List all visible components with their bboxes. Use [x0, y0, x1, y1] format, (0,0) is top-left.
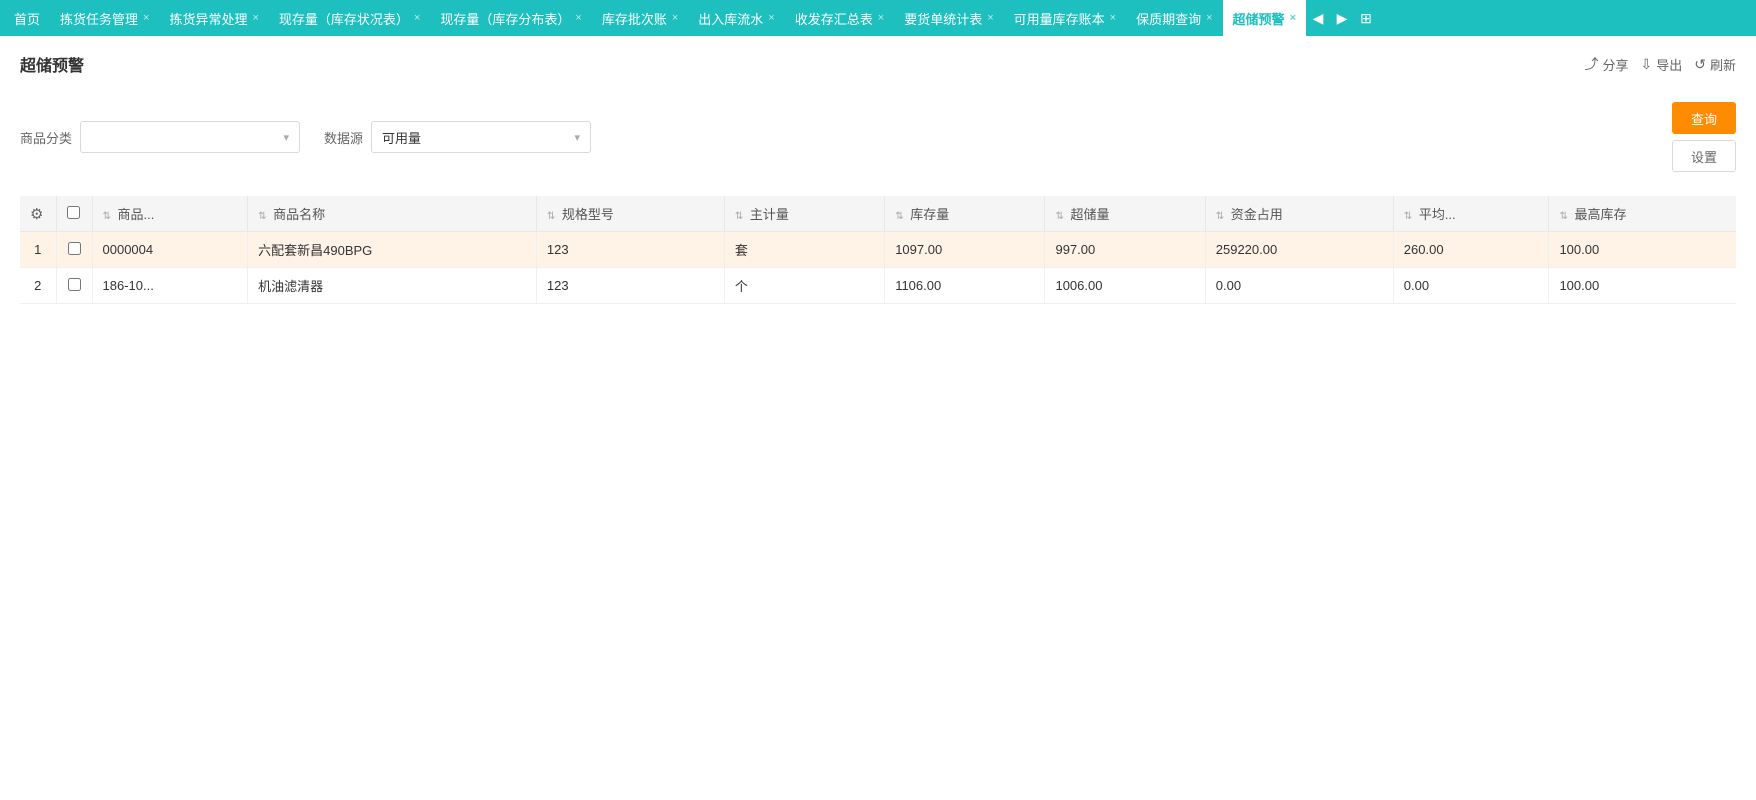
avg-cell: 0.00 [1393, 268, 1549, 304]
nav-item-available[interactable]: 可用量库存账本 × [1004, 0, 1126, 36]
product-name-cell: 六配套新昌490BPG [248, 232, 537, 268]
chevron-down-icon: ▾ [575, 131, 581, 144]
col-stock: ⇅ 库存量 [885, 196, 1045, 232]
row-number: 2 [20, 268, 56, 304]
nav-prev-button[interactable]: ◀ [1306, 0, 1330, 36]
close-icon[interactable]: × [1290, 12, 1296, 24]
nav-item-stock-status[interactable]: 现存量（库存状况表） × [269, 0, 430, 36]
export-icon: ⇩ [1641, 56, 1653, 73]
sort-icon: ⇅ [103, 211, 111, 222]
product-code-cell: 186-10... [92, 268, 248, 304]
nav-item-batch[interactable]: 库存批次账 × [592, 0, 688, 36]
sort-icon: ⇅ [1404, 211, 1412, 222]
sort-icon: ⇅ [895, 211, 903, 222]
spec-cell: 123 [536, 232, 724, 268]
col-product-name: ⇅ 商品名称 [248, 196, 537, 232]
refresh-button[interactable]: ↺ 刷新 [1694, 55, 1736, 74]
close-icon[interactable]: × [672, 12, 678, 24]
close-icon[interactable]: × [768, 12, 774, 24]
sort-icon: ⇅ [1216, 211, 1224, 222]
unit-cell: 个 [724, 268, 884, 304]
nav-item-stock-dist[interactable]: 现存量（库存分布表） × [430, 0, 591, 36]
datasource-select[interactable]: 可用量 ▾ [371, 121, 591, 153]
col-capital: ⇅ 资金占用 [1205, 196, 1393, 232]
table-checkbox-header [56, 196, 92, 232]
gear-icon[interactable]: ⚙ [30, 206, 43, 223]
nav-item-overstock[interactable]: 超储预警 × [1223, 0, 1306, 36]
category-filter-group: 商品分类 ▾ [20, 121, 300, 153]
col-unit: ⇅ 主计量 [724, 196, 884, 232]
sort-icon: ⇅ [1559, 211, 1567, 222]
col-avg: ⇅ 平均... [1393, 196, 1549, 232]
header-actions: ⤴ 分享 ⇩ 导出 ↺ 刷新 [1584, 54, 1736, 74]
row-checkbox-cell [56, 232, 92, 268]
refresh-icon: ↺ [1694, 56, 1706, 73]
row-checkbox-cell [56, 268, 92, 304]
max-stock-cell: 100.00 [1549, 268, 1736, 304]
page-title: 超储预警 [20, 52, 84, 76]
query-button[interactable]: 查询 [1672, 102, 1736, 134]
sort-icon: ⇅ [735, 211, 743, 222]
chevron-down-icon: ▾ [283, 131, 289, 144]
table-settings-header: ⚙ [20, 196, 56, 232]
close-icon[interactable]: × [252, 12, 258, 24]
nav-bar: 首页 拣货任务管理 × 拣货异常处理 × 现存量（库存状况表） × 现存量（库存… [0, 0, 1756, 36]
table-row: 1 0000004 六配套新昌490BPG 123 套 1097.00 997.… [20, 232, 1736, 268]
unit-cell: 套 [724, 232, 884, 268]
sort-icon: ⇅ [1055, 211, 1063, 222]
close-icon[interactable]: × [143, 12, 149, 24]
col-spec: ⇅ 规格型号 [536, 196, 724, 232]
spec-cell: 123 [536, 268, 724, 304]
max-stock-cell: 100.00 [1549, 232, 1736, 268]
share-icon: ⤴ [1584, 54, 1598, 74]
stock-cell: 1097.00 [885, 232, 1045, 268]
nav-next-button[interactable]: ▶ [1330, 0, 1354, 36]
capital-cell: 259220.00 [1205, 232, 1393, 268]
nav-item-home[interactable]: 首页 [4, 0, 50, 36]
page-header: 超储预警 ⤴ 分享 ⇩ 导出 ↺ 刷新 [20, 52, 1736, 76]
stock-cell: 1106.00 [885, 268, 1045, 304]
close-icon[interactable]: × [414, 12, 420, 24]
sort-icon: ⇅ [547, 211, 555, 222]
table-row: 2 186-10... 机油滤清器 123 个 1106.00 1006.00 … [20, 268, 1736, 304]
over-stock-cell: 997.00 [1045, 232, 1205, 268]
action-buttons: 查询 设置 [1672, 102, 1736, 172]
datasource-filter-group: 数据源 可用量 ▾ [324, 121, 591, 153]
close-icon[interactable]: × [575, 12, 581, 24]
export-button[interactable]: ⇩ 导出 [1641, 55, 1683, 74]
data-table: ⚙ ⇅ 商品... ⇅ 商品名称 ⇅ 规格型号 ⇅ [20, 196, 1736, 304]
nav-expand-button[interactable]: ⊞ [1354, 0, 1378, 36]
close-icon[interactable]: × [987, 12, 993, 24]
datasource-label: 数据源 [324, 128, 363, 147]
select-all-checkbox[interactable] [67, 206, 80, 219]
capital-cell: 0.00 [1205, 268, 1393, 304]
row-checkbox[interactable] [68, 242, 81, 255]
product-code-cell: 0000004 [92, 232, 248, 268]
nav-item-pick-task[interactable]: 拣货任务管理 × [50, 0, 159, 36]
col-over-stock: ⇅ 超储量 [1045, 196, 1205, 232]
nav-item-flow[interactable]: 出入库流水 × [688, 0, 784, 36]
avg-cell: 260.00 [1393, 232, 1549, 268]
over-stock-cell: 1006.00 [1045, 268, 1205, 304]
col-max-stock: ⇅ 最高库存 [1549, 196, 1736, 232]
sort-icon: ⇅ [258, 211, 266, 222]
main-content: 超储预警 ⤴ 分享 ⇩ 导出 ↺ 刷新 商品分类 ▾ 数据源 [0, 36, 1756, 800]
close-icon[interactable]: × [1206, 12, 1212, 24]
close-icon[interactable]: × [878, 12, 884, 24]
table-header-row: ⚙ ⇅ 商品... ⇅ 商品名称 ⇅ 规格型号 ⇅ [20, 196, 1736, 232]
product-name-cell: 机油滤清器 [248, 268, 537, 304]
category-label: 商品分类 [20, 128, 72, 147]
nav-item-demand-stats[interactable]: 要货单统计表 × [894, 0, 1003, 36]
settings-button[interactable]: 设置 [1672, 140, 1736, 172]
close-icon[interactable]: × [1110, 12, 1116, 24]
col-product-code: ⇅ 商品... [92, 196, 248, 232]
filter-row: 商品分类 ▾ 数据源 可用量 ▾ 查询 设置 [20, 92, 1736, 182]
row-number: 1 [20, 232, 56, 268]
category-select[interactable]: ▾ [80, 121, 300, 153]
nav-item-summary[interactable]: 收发存汇总表 × [785, 0, 894, 36]
row-checkbox[interactable] [68, 278, 81, 291]
nav-item-pick-exception[interactable]: 拣货异常处理 × [159, 0, 268, 36]
nav-item-expiry[interactable]: 保质期查询 × [1126, 0, 1222, 36]
share-button[interactable]: ⤴ 分享 [1584, 54, 1628, 74]
